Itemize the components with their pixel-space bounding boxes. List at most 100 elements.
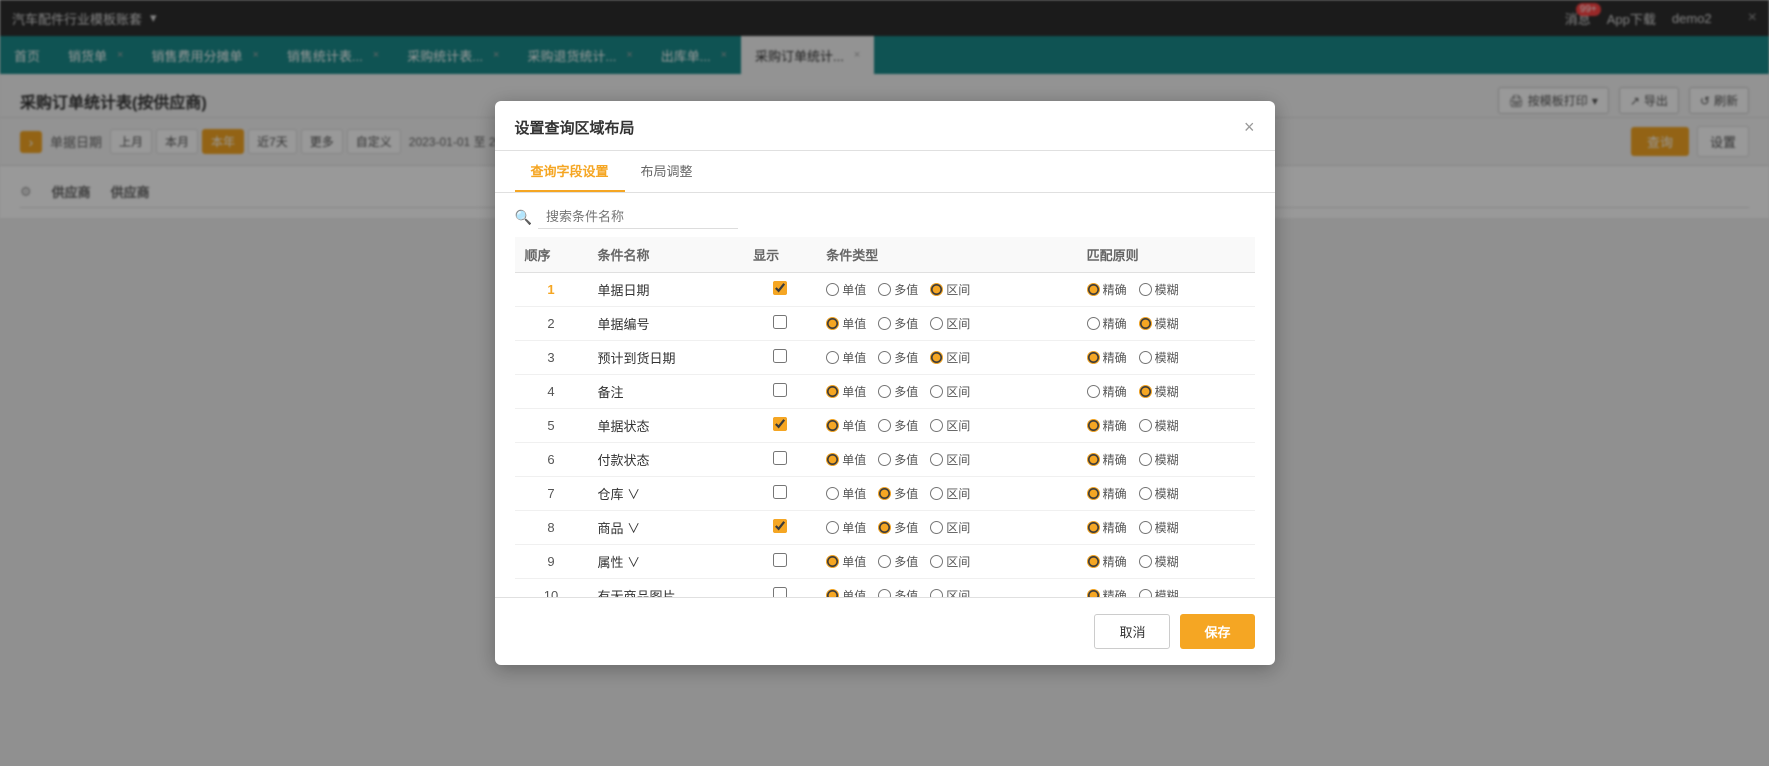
radio-input-multi[interactable] <box>878 385 891 398</box>
cell-display[interactable] <box>743 341 816 375</box>
radio-label-fuzzy[interactable]: 模糊 <box>1139 383 1179 400</box>
radio-label-multi[interactable]: 多值 <box>878 281 918 298</box>
radio-label-single[interactable]: 单值 <box>826 281 866 298</box>
radio-input-fuzzy[interactable] <box>1139 555 1152 568</box>
radio-input-fuzzy[interactable] <box>1139 385 1152 398</box>
radio-input-multi[interactable] <box>878 453 891 466</box>
display-checkbox[interactable] <box>773 485 787 499</box>
cell-display[interactable] <box>743 511 816 545</box>
radio-label-range[interactable]: 区间 <box>930 451 970 468</box>
radio-input-fuzzy[interactable] <box>1139 589 1152 597</box>
radio-input-range[interactable] <box>930 351 943 364</box>
radio-input-range[interactable] <box>930 555 943 568</box>
radio-label-fuzzy[interactable]: 模糊 <box>1139 485 1179 502</box>
radio-label-single[interactable]: 单值 <box>826 553 866 570</box>
radio-input-multi[interactable] <box>878 555 891 568</box>
radio-input-range[interactable] <box>930 521 943 534</box>
radio-input-exact[interactable] <box>1087 283 1100 296</box>
radio-input-fuzzy[interactable] <box>1139 521 1152 534</box>
modal-close-button[interactable]: × <box>1244 117 1255 138</box>
radio-label-range[interactable]: 区间 <box>930 281 970 298</box>
radio-input-fuzzy[interactable] <box>1139 487 1152 500</box>
radio-input-single[interactable] <box>826 521 839 534</box>
radio-input-fuzzy[interactable] <box>1139 283 1152 296</box>
radio-input-multi[interactable] <box>878 419 891 432</box>
radio-input-single[interactable] <box>826 555 839 568</box>
radio-label-multi[interactable]: 多值 <box>878 451 918 468</box>
radio-label-exact[interactable]: 精确 <box>1087 485 1127 502</box>
display-checkbox[interactable] <box>773 553 787 567</box>
radio-label-fuzzy[interactable]: 模糊 <box>1139 553 1179 570</box>
radio-input-fuzzy[interactable] <box>1139 419 1152 432</box>
radio-input-single[interactable] <box>826 487 839 500</box>
radio-label-multi[interactable]: 多值 <box>878 417 918 434</box>
radio-label-fuzzy[interactable]: 模糊 <box>1139 281 1179 298</box>
radio-input-single[interactable] <box>826 385 839 398</box>
radio-input-range[interactable] <box>930 487 943 500</box>
radio-input-multi[interactable] <box>878 589 891 597</box>
radio-input-single[interactable] <box>826 317 839 330</box>
radio-label-range[interactable]: 区间 <box>930 383 970 400</box>
radio-label-range[interactable]: 区间 <box>930 587 970 597</box>
radio-input-multi[interactable] <box>878 487 891 500</box>
radio-label-fuzzy[interactable]: 模糊 <box>1139 315 1179 332</box>
display-checkbox[interactable] <box>773 451 787 465</box>
radio-label-fuzzy[interactable]: 模糊 <box>1139 417 1179 434</box>
display-checkbox[interactable] <box>773 519 787 533</box>
display-checkbox[interactable] <box>773 349 787 363</box>
radio-label-multi[interactable]: 多值 <box>878 485 918 502</box>
radio-label-exact[interactable]: 精确 <box>1087 281 1127 298</box>
radio-input-single[interactable] <box>826 419 839 432</box>
radio-input-single[interactable] <box>826 453 839 466</box>
radio-label-single[interactable]: 单值 <box>826 417 866 434</box>
cell-display[interactable] <box>743 545 816 579</box>
radio-label-exact[interactable]: 精确 <box>1087 349 1127 366</box>
radio-label-multi[interactable]: 多值 <box>878 315 918 332</box>
radio-input-range[interactable] <box>930 419 943 432</box>
radio-input-exact[interactable] <box>1087 487 1100 500</box>
radio-label-exact[interactable]: 精确 <box>1087 587 1127 597</box>
display-checkbox[interactable] <box>773 587 787 597</box>
display-checkbox[interactable] <box>773 383 787 397</box>
cancel-button[interactable]: 取消 <box>1094 614 1170 649</box>
radio-input-single[interactable] <box>826 283 839 296</box>
radio-label-exact[interactable]: 精确 <box>1087 553 1127 570</box>
cell-display[interactable] <box>743 375 816 409</box>
radio-label-multi[interactable]: 多值 <box>878 553 918 570</box>
radio-input-multi[interactable] <box>878 317 891 330</box>
radio-label-range[interactable]: 区间 <box>930 519 970 536</box>
radio-label-single[interactable]: 单值 <box>826 383 866 400</box>
cell-display[interactable] <box>743 443 816 477</box>
radio-input-multi[interactable] <box>878 283 891 296</box>
cell-display[interactable] <box>743 273 816 307</box>
search-input[interactable] <box>538 205 738 229</box>
radio-label-exact[interactable]: 精确 <box>1087 315 1127 332</box>
radio-label-fuzzy[interactable]: 模糊 <box>1139 519 1179 536</box>
tab-layout-adjust[interactable]: 布局调整 <box>625 151 709 192</box>
radio-input-exact[interactable] <box>1087 317 1100 330</box>
radio-label-range[interactable]: 区间 <box>930 315 970 332</box>
radio-input-range[interactable] <box>930 385 943 398</box>
radio-input-multi[interactable] <box>878 351 891 364</box>
save-button[interactable]: 保存 <box>1180 614 1254 649</box>
radio-label-multi[interactable]: 多值 <box>878 383 918 400</box>
radio-label-range[interactable]: 区间 <box>930 349 970 366</box>
radio-input-fuzzy[interactable] <box>1139 351 1152 364</box>
radio-input-range[interactable] <box>930 283 943 296</box>
cell-display[interactable] <box>743 579 816 598</box>
radio-input-multi[interactable] <box>878 521 891 534</box>
radio-label-range[interactable]: 区间 <box>930 485 970 502</box>
radio-input-exact[interactable] <box>1087 453 1100 466</box>
radio-label-exact[interactable]: 精确 <box>1087 519 1127 536</box>
radio-label-fuzzy[interactable]: 模糊 <box>1139 349 1179 366</box>
radio-input-single[interactable] <box>826 589 839 597</box>
radio-label-single[interactable]: 单值 <box>826 485 866 502</box>
display-checkbox[interactable] <box>773 315 787 329</box>
radio-label-single[interactable]: 单值 <box>826 315 866 332</box>
radio-label-exact[interactable]: 精确 <box>1087 451 1127 468</box>
display-checkbox[interactable] <box>773 417 787 431</box>
radio-label-range[interactable]: 区间 <box>930 417 970 434</box>
radio-label-fuzzy[interactable]: 模糊 <box>1139 587 1179 597</box>
radio-label-single[interactable]: 单值 <box>826 349 866 366</box>
radio-input-exact[interactable] <box>1087 589 1100 597</box>
